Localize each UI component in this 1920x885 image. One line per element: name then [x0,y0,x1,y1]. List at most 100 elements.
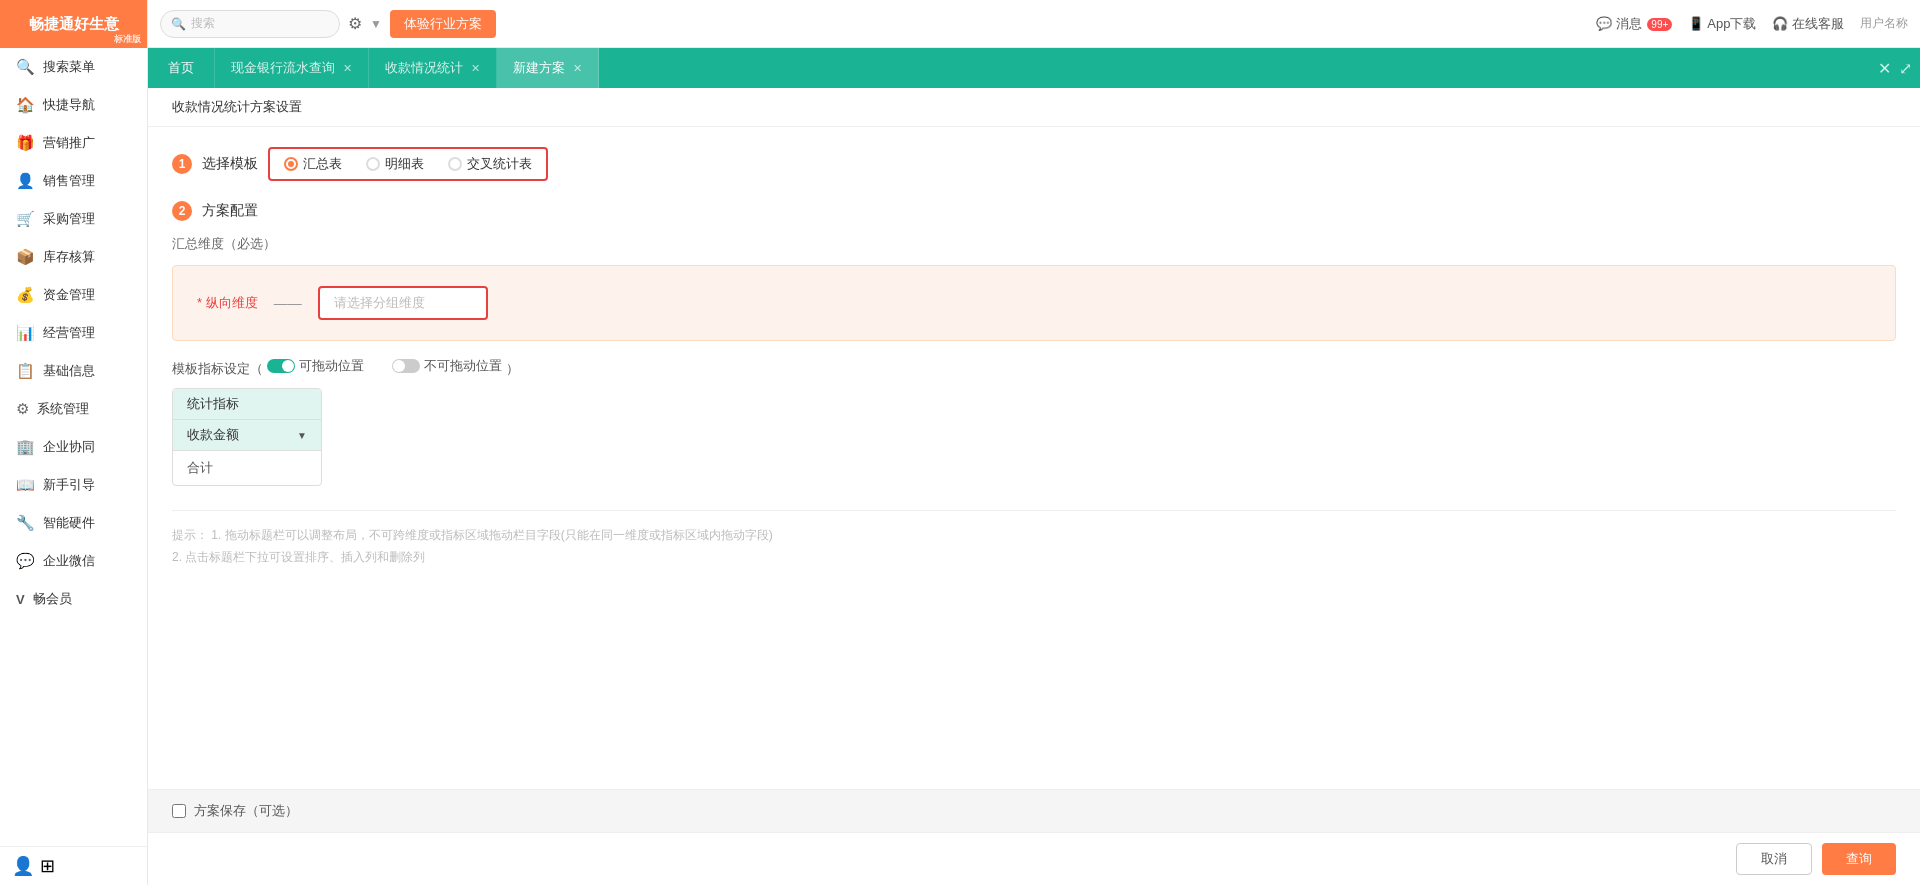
metrics-col-dropdown-icon[interactable]: ▼ [297,430,307,441]
sidebar-item-nav[interactable]: 🏠 快捷导航 [0,86,147,124]
template-radio-group: 汇总表 明细表 交叉统计表 [268,147,548,181]
sidebar-item-sales[interactable]: 👤 销售管理 [0,162,147,200]
metrics-col-header-text: 收款金额 [187,426,239,444]
download-icon: 📱 [1688,16,1704,31]
sidebar-label-enterprise: 企业协同 [43,438,95,456]
step2-number: 2 [172,201,192,221]
metrics-section-header: 统计指标 [173,389,321,420]
form-body: 1 选择模板 汇总表 明细表 [148,127,1920,789]
toggle2-wrapper: 不可拖动位置 [392,357,502,375]
tab-home[interactable]: 首页 [148,48,215,88]
settings-icon[interactable]: ⚙ [348,14,362,33]
sidebar-label-basic: 基础信息 [43,362,95,380]
sidebar-logo: 畅捷通好生意 标准版 [0,0,147,48]
sidebar-item-system[interactable]: ⚙ 系统管理 [0,390,147,428]
vertical-label: * 纵向维度 [197,294,258,312]
expand-icon[interactable]: ⤢ [1899,59,1912,78]
home-icon: 🏠 [16,96,35,114]
box-icon: 📦 [16,248,35,266]
clipboard-icon: 📋 [16,362,35,380]
topbar: 🔍 搜索 ⚙ ▼ 体验行业方案 💬 消息 99+ 📱 App下载 🎧 在线客服 … [148,0,1920,48]
sidebar-label-wechat: 企业微信 [43,552,95,570]
toggle1-label: 可拖动位置 [299,357,364,375]
tab-collection-close[interactable]: ✕ [471,62,480,75]
sidebar-item-enterprise[interactable]: 🏢 企业协同 [0,428,147,466]
trial-button[interactable]: 体验行业方案 [390,10,496,38]
metrics-header-text: 模板指标设定（ 可拖动位置 不可拖动位置 ） [172,357,519,378]
avatar-icon: 👤 [12,855,34,877]
save-label: 方案保存（可选） [194,802,298,820]
sidebar-item-wechat[interactable]: 💬 企业微信 [0,542,147,580]
building-icon: 🏢 [16,438,35,456]
dimension-row: * 纵向维度 —— 请选择分组维度 [197,286,1871,320]
tab-collection[interactable]: 收款情况统计 ✕ [369,48,497,88]
service-icon: 🎧 [1772,16,1788,31]
sidebar-label-marketing: 营销推广 [43,134,95,152]
sidebar-label-operations: 经营管理 [43,324,95,342]
search-icon: 🔍 [16,58,35,76]
sidebar-bottom: 👤 ⊞ [0,846,147,885]
sidebar-item-operations[interactable]: 📊 经营管理 [0,314,147,352]
sidebar-label-system: 系统管理 [37,400,89,418]
step1-header: 1 选择模板 汇总表 明细表 [172,147,1896,181]
sidebar-item-basic[interactable]: 📋 基础信息 [0,352,147,390]
tabbar: 首页 现金银行流水查询 ✕ 收款情况统计 ✕ 新建方案 ✕ ✕ ⤢ [148,48,1920,88]
tab-cashflow-label: 现金银行流水查询 [231,59,335,77]
breadcrumb: 收款情况统计方案设置 [172,99,302,114]
sidebar-label-inventory: 库存核算 [43,248,95,266]
sidebar-item-inventory[interactable]: 📦 库存核算 [0,238,147,276]
member-icon: V [16,592,25,607]
step2-header: 2 方案配置 [172,201,1896,221]
sidebar-label-nav: 快捷导航 [43,96,95,114]
tab-new-plan[interactable]: 新建方案 ✕ [497,48,599,88]
tab-cashflow-close[interactable]: ✕ [343,62,352,75]
dimension-placeholder: 请选择分组维度 [334,294,425,312]
arrow: —— [274,295,302,311]
service-item[interactable]: 🎧 在线客服 [1772,15,1844,33]
dimension-select[interactable]: 请选择分组维度 [318,286,488,320]
sidebar-item-hardware[interactable]: 🔧 智能硬件 [0,504,147,542]
money-icon: 💰 [16,286,35,304]
radio-cross-circle [448,157,462,171]
search-box[interactable]: 🔍 搜索 [160,10,340,38]
dropdown-arrow: ▼ [370,17,382,31]
sidebar-label-finance: 资金管理 [43,286,95,304]
tab-new-plan-label: 新建方案 [513,59,565,77]
tips-area: 提示： 1. 拖动标题栏可以调整布局，不可跨维度或指标区域拖动栏目字段(只能在同… [172,510,1896,568]
query-button[interactable]: 查询 [1822,843,1896,875]
logo-sub: 标准版 [114,33,141,46]
radio-summary-circle [284,157,298,171]
sidebar-item-marketing[interactable]: 🎁 营销推广 [0,124,147,162]
message-item[interactable]: 💬 消息 99+ [1596,15,1672,33]
tab-cashflow[interactable]: 现金银行流水查询 ✕ [215,48,369,88]
sidebar-item-purchase[interactable]: 🛒 采购管理 [0,200,147,238]
sidebar-item-guide[interactable]: 📖 新手引导 [0,466,147,504]
download-label: App下载 [1707,16,1756,31]
sidebar-item-member[interactable]: V 畅会员 [0,580,147,618]
radio-summary[interactable]: 汇总表 [284,155,342,173]
save-checkbox[interactable] [172,804,186,818]
cancel-button[interactable]: 取消 [1736,843,1812,875]
metrics-table: 统计指标 收款金额 ▼ 合计 [172,388,322,486]
toggle-non-draggable[interactable] [392,359,420,373]
page-content: 收款情况统计方案设置 1 选择模板 汇总表 [148,88,1920,885]
radio-cross[interactable]: 交叉统计表 [448,155,532,173]
sidebar-item-search[interactable]: 🔍 搜索菜单 [0,48,147,86]
user-name: 用户名称 [1860,15,1908,32]
message-label: 消息 [1616,16,1642,31]
tool-icon: 🔧 [16,514,35,532]
close-icon[interactable]: ✕ [1878,59,1891,78]
sidebar-label-hardware: 智能硬件 [43,514,95,532]
tabbar-actions: ✕ ⤢ [1878,48,1920,88]
download-item[interactable]: 📱 App下载 [1688,15,1756,33]
page-header: 收款情况统计方案设置 [148,88,1920,127]
sidebar-item-finance[interactable]: 💰 资金管理 [0,276,147,314]
tab-new-plan-close[interactable]: ✕ [573,62,582,75]
toggle-draggable[interactable] [267,359,295,373]
step1-title: 选择模板 [202,155,258,173]
tip-1: 提示： 1. 拖动标题栏可以调整布局，不可跨维度或指标区域拖动栏目字段(只能在同… [172,525,1896,547]
tip-2: 2. 点击标题栏下拉可设置排序、插入列和删除列 [172,547,1896,569]
radio-detail[interactable]: 明细表 [366,155,424,173]
chat-icon: 💬 [16,552,35,570]
metrics-col-header-row[interactable]: 收款金额 ▼ [173,420,321,451]
